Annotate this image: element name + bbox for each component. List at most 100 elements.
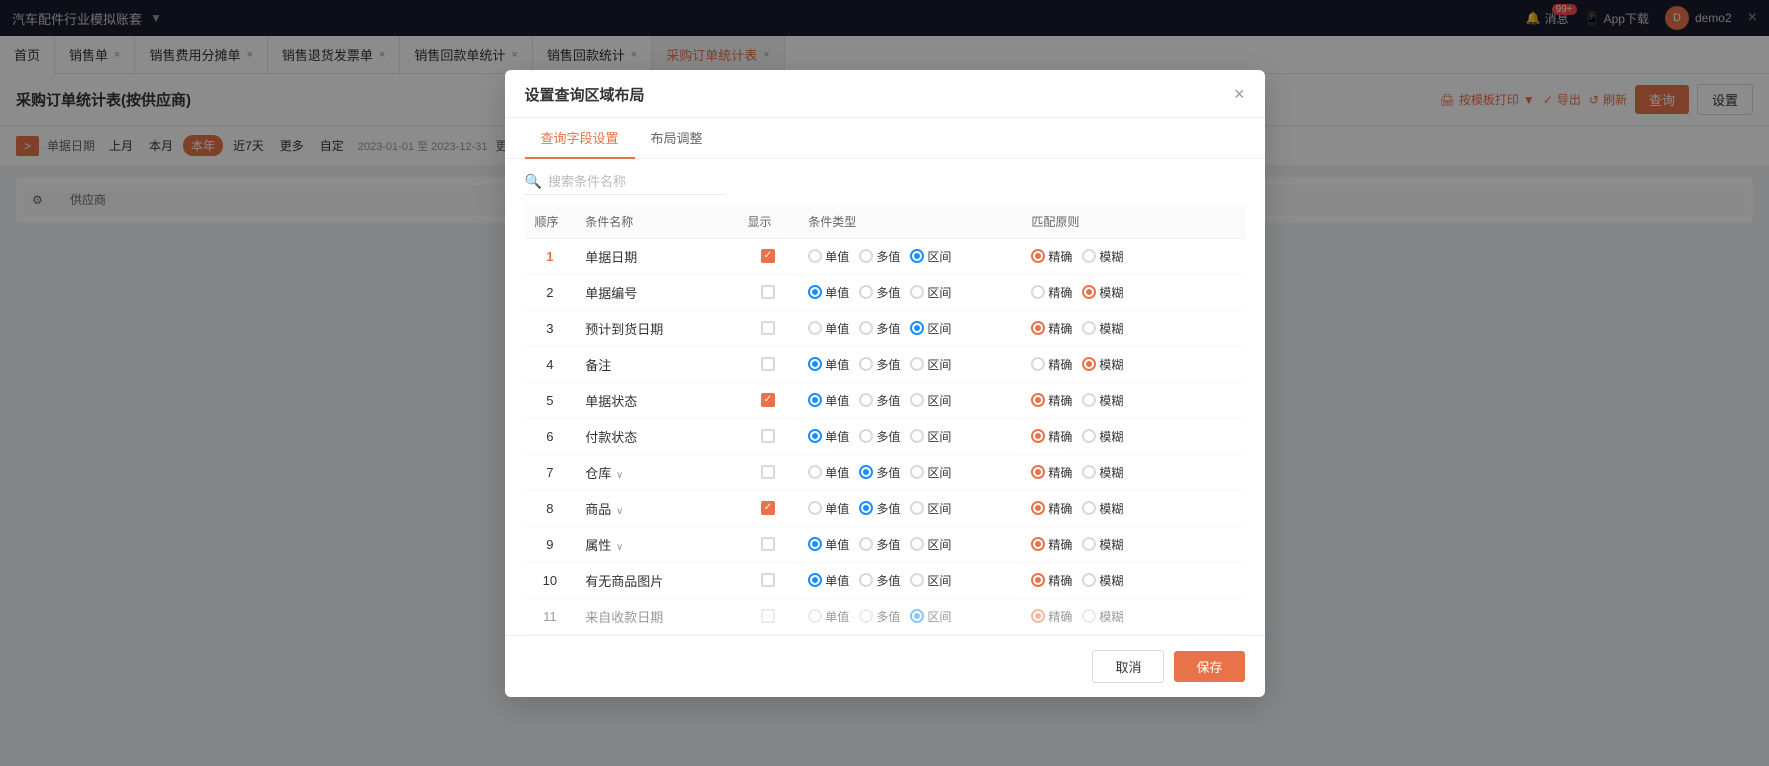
- radio-match-模糊[interactable]: 模糊: [1082, 464, 1123, 481]
- row-show-checkbox[interactable]: [737, 490, 798, 526]
- modal-tabs: 查询字段设置 布局调整: [505, 118, 1265, 159]
- checkbox-show[interactable]: [761, 609, 775, 623]
- radio-type-区间[interactable]: 区间: [910, 392, 951, 409]
- row-show-checkbox[interactable]: [737, 238, 798, 274]
- radio-type-单值[interactable]: 单值: [808, 284, 849, 301]
- radio-type-单值[interactable]: 单值: [808, 464, 849, 481]
- radio-type-区间[interactable]: 区间: [910, 428, 951, 445]
- row-show-checkbox[interactable]: [737, 346, 798, 382]
- radio-match-精确[interactable]: 精确: [1031, 536, 1072, 553]
- table-header: 顺序 条件名称 显示 条件类型 匹配原则: [525, 205, 1245, 239]
- radio-type-多值[interactable]: 多值: [859, 392, 900, 409]
- checkbox-show[interactable]: [761, 357, 775, 371]
- modal-tab-query-fields[interactable]: 查询字段设置: [525, 118, 635, 159]
- row-order-2: 2: [525, 274, 576, 310]
- radio-type-多值[interactable]: 多值: [859, 248, 900, 265]
- radio-type-区间[interactable]: 区间: [910, 464, 951, 481]
- radio-type-多值[interactable]: 多值: [859, 608, 900, 625]
- radio-type-多值[interactable]: 多值: [859, 320, 900, 337]
- radio-type-多值[interactable]: 多值: [859, 464, 900, 481]
- row-show-checkbox[interactable]: [737, 274, 798, 310]
- radio-match-模糊[interactable]: 模糊: [1082, 284, 1123, 301]
- checkbox-show[interactable]: [761, 465, 775, 479]
- radio-match-精确[interactable]: 精确: [1031, 608, 1072, 625]
- checkbox-show[interactable]: [761, 501, 775, 515]
- radio-type-单值[interactable]: 单值: [808, 428, 849, 445]
- radio-type-区间[interactable]: 区间: [910, 572, 951, 589]
- radio-match-模糊[interactable]: 模糊: [1082, 536, 1123, 553]
- row-condition-name: 属性 ∨: [575, 526, 737, 562]
- row-show-checkbox[interactable]: [737, 562, 798, 598]
- row-show-checkbox[interactable]: [737, 598, 798, 634]
- radio-match-模糊[interactable]: 模糊: [1082, 608, 1123, 625]
- table-row: 11来自收款日期单值多值区间精确模糊: [525, 598, 1245, 634]
- row-show-checkbox[interactable]: [737, 382, 798, 418]
- radio-type-多值[interactable]: 多值: [859, 284, 900, 301]
- radio-match-模糊[interactable]: 模糊: [1082, 428, 1123, 445]
- radio-type-单值[interactable]: 单值: [808, 320, 849, 337]
- radio-type-多值[interactable]: 多值: [859, 428, 900, 445]
- radio-type-单值[interactable]: 单值: [808, 356, 849, 373]
- radio-match-精确[interactable]: 精确: [1031, 320, 1072, 337]
- radio-type-多值[interactable]: 多值: [859, 572, 900, 589]
- row-condition-name: 单据状态: [575, 382, 737, 418]
- radio-type-单值[interactable]: 单值: [808, 608, 849, 625]
- radio-match-模糊[interactable]: 模糊: [1082, 572, 1123, 589]
- radio-match-精确[interactable]: 精确: [1031, 464, 1072, 481]
- checkbox-show[interactable]: [761, 573, 775, 587]
- row-show-checkbox[interactable]: [737, 454, 798, 490]
- radio-match-模糊[interactable]: 模糊: [1082, 356, 1123, 373]
- radio-type-区间[interactable]: 区间: [910, 284, 951, 301]
- radio-type-单值[interactable]: 单值: [808, 572, 849, 589]
- radio-match-精确[interactable]: 精确: [1031, 356, 1072, 373]
- row-type-radio-group: 单值多值区间: [798, 418, 1021, 454]
- checkbox-show[interactable]: [761, 285, 775, 299]
- radio-type-区间[interactable]: 区间: [910, 500, 951, 517]
- modal-tab-layout-label: 布局调整: [651, 131, 703, 146]
- row-condition-name: 来自收款日期: [575, 598, 737, 634]
- modal-header: 设置查询区域布局 ×: [505, 70, 1265, 118]
- radio-type-区间[interactable]: 区间: [910, 356, 951, 373]
- checkbox-show[interactable]: [761, 393, 775, 407]
- radio-match-模糊[interactable]: 模糊: [1082, 248, 1123, 265]
- radio-match-精确[interactable]: 精确: [1031, 500, 1072, 517]
- row-type-radio-group: 单值多值区间: [798, 490, 1021, 526]
- row-show-checkbox[interactable]: [737, 310, 798, 346]
- row-condition-name: 预计到货日期: [575, 310, 737, 346]
- save-button[interactable]: 保存: [1174, 651, 1244, 682]
- radio-match-精确[interactable]: 精确: [1031, 248, 1072, 265]
- checkbox-show[interactable]: [761, 537, 775, 551]
- radio-type-多值[interactable]: 多值: [859, 356, 900, 373]
- row-condition-name: 单据日期: [575, 238, 737, 274]
- radio-type-多值[interactable]: 多值: [859, 536, 900, 553]
- radio-type-单值[interactable]: 单值: [808, 500, 849, 517]
- radio-type-区间[interactable]: 区间: [910, 536, 951, 553]
- radio-type-单值[interactable]: 单值: [808, 392, 849, 409]
- radio-match-模糊[interactable]: 模糊: [1082, 500, 1123, 517]
- checkbox-show[interactable]: [761, 249, 775, 263]
- modal-close-button[interactable]: ×: [1234, 84, 1245, 105]
- radio-match-精确[interactable]: 精确: [1031, 284, 1072, 301]
- row-order-9: 9: [525, 526, 576, 562]
- radio-match-精确[interactable]: 精确: [1031, 392, 1072, 409]
- radio-type-区间[interactable]: 区间: [910, 248, 951, 265]
- modal-tab-query-label: 查询字段设置: [541, 131, 619, 146]
- row-show-checkbox[interactable]: [737, 418, 798, 454]
- checkbox-show[interactable]: [761, 321, 775, 335]
- radio-type-区间[interactable]: 区间: [910, 608, 951, 625]
- radio-type-区间[interactable]: 区间: [910, 320, 951, 337]
- radio-match-模糊[interactable]: 模糊: [1082, 320, 1123, 337]
- modal-tab-layout[interactable]: 布局调整: [635, 118, 719, 159]
- cancel-button[interactable]: 取消: [1092, 650, 1164, 683]
- th-condition-name: 条件名称: [575, 205, 737, 239]
- radio-match-精确[interactable]: 精确: [1031, 572, 1072, 589]
- radio-type-单值[interactable]: 单值: [808, 536, 849, 553]
- checkbox-show[interactable]: [761, 429, 775, 443]
- radio-type-单值[interactable]: 单值: [808, 248, 849, 265]
- radio-match-精确[interactable]: 精确: [1031, 428, 1072, 445]
- radio-type-多值[interactable]: 多值: [859, 500, 900, 517]
- row-match-radio-group: 精确模糊: [1021, 274, 1244, 310]
- radio-match-模糊[interactable]: 模糊: [1082, 392, 1123, 409]
- condition-search-input[interactable]: [548, 174, 708, 189]
- row-show-checkbox[interactable]: [737, 526, 798, 562]
